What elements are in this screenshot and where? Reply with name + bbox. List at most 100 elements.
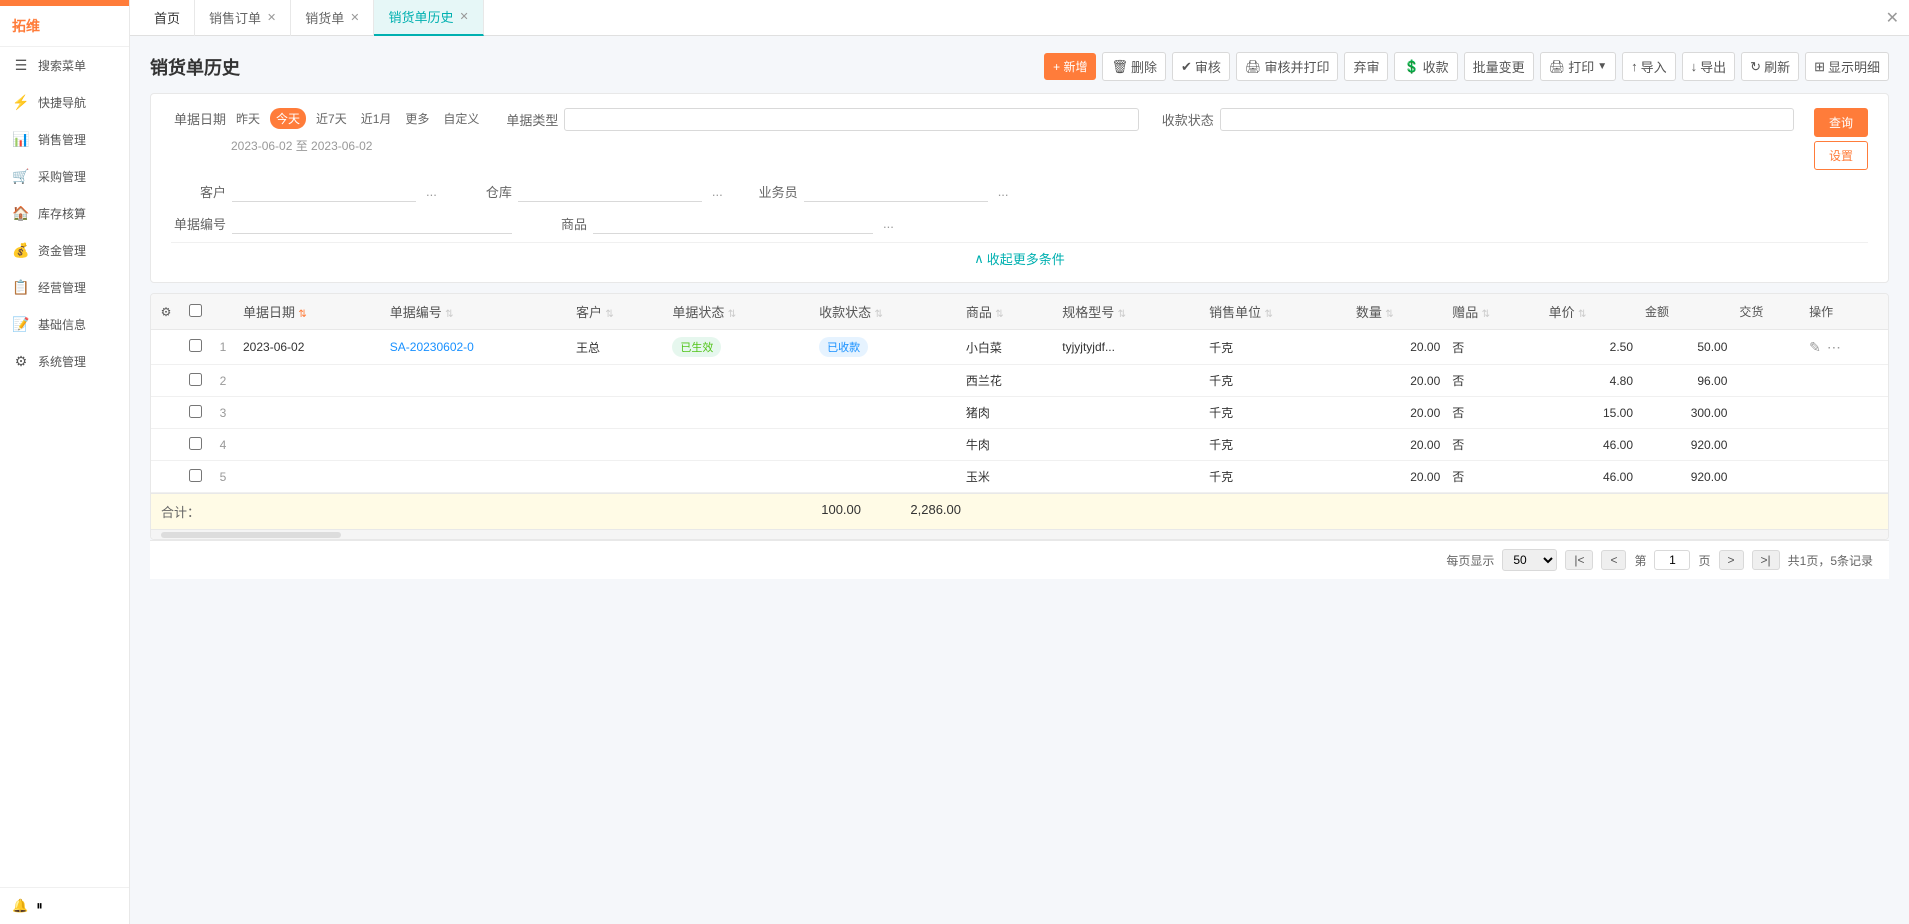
payment-status-select[interactable]	[1220, 108, 1794, 131]
row-select-checkbox[interactable]	[189, 373, 202, 386]
audit-button[interactable]: ✔ 审核	[1172, 52, 1230, 81]
salesperson-dots[interactable]: ...	[998, 184, 1009, 199]
customer-dots[interactable]: ...	[426, 184, 437, 199]
sort-docstatus-icon[interactable]: ⇅	[728, 309, 736, 320]
sort-unit-icon[interactable]: ⇅	[1264, 309, 1272, 320]
row-checkbox[interactable]	[181, 461, 209, 493]
row-select-checkbox[interactable]	[189, 469, 202, 482]
doc-number-input[interactable]	[232, 212, 512, 234]
sort-date-icon[interactable]: ⇅	[298, 309, 306, 320]
col-date[interactable]: 单据日期 ⇅	[237, 294, 384, 330]
edit-icon[interactable]: ✎	[1809, 339, 1821, 356]
goods-input[interactable]	[593, 212, 873, 234]
discard-button[interactable]: 弃审	[1344, 52, 1388, 81]
sort-docno-icon[interactable]: ⇅	[445, 309, 453, 320]
sort-customer-icon[interactable]: ⇅	[605, 309, 613, 320]
per-page-select[interactable]: 50 100	[1502, 549, 1557, 571]
cell-docno[interactable]	[384, 397, 570, 429]
print-button[interactable]: 🖨 打印 ▼	[1540, 52, 1616, 81]
warehouse-dots[interactable]: ...	[712, 184, 723, 199]
collect-button[interactable]: 💲 收款	[1394, 52, 1457, 81]
row-checkbox[interactable]	[181, 330, 209, 365]
tab-close-sales-history[interactable]: ✕	[460, 10, 469, 23]
sidebar-item-finance-mgmt[interactable]: 💰 资金管理	[0, 232, 129, 269]
sidebar-item-base-info[interactable]: 📝 基础信息	[0, 306, 129, 343]
goods-dots[interactable]: ...	[883, 216, 894, 231]
tab-sales-goods[interactable]: 销货单 ✕	[291, 0, 374, 36]
col-customer[interactable]: 客户 ⇅	[570, 294, 666, 330]
col-payment-status[interactable]: 收款状态 ⇅	[813, 294, 960, 330]
customer-input[interactable]	[232, 180, 416, 202]
sidebar-item-sys-mgmt[interactable]: ⚙ 系统管理	[0, 343, 129, 380]
col-unit[interactable]: 销售单位 ⇅	[1203, 294, 1350, 330]
doc-type-select[interactable]	[564, 108, 1138, 131]
date-tag-more[interactable]: 更多	[401, 108, 433, 129]
new-button[interactable]: + 新增	[1044, 53, 1096, 80]
row-select-checkbox[interactable]	[189, 405, 202, 418]
sort-spec-icon[interactable]: ⇅	[1118, 309, 1126, 320]
settings-button[interactable]: 设置	[1814, 141, 1868, 170]
tab-home[interactable]: 首页	[140, 0, 195, 36]
import-button[interactable]: ↑ 导入	[1622, 52, 1676, 81]
sidebar-item-quick-nav[interactable]: ⚡ 快捷导航	[0, 84, 129, 121]
batch-change-button[interactable]: 批量变更	[1464, 52, 1534, 81]
date-tag-yesterday[interactable]: 昨天	[232, 108, 264, 129]
sort-qty-icon[interactable]: ⇅	[1385, 309, 1393, 320]
date-tag-today[interactable]: 今天	[270, 108, 306, 129]
refresh-button[interactable]: ↻ 刷新	[1741, 52, 1799, 81]
sort-goods-icon[interactable]: ⇅	[995, 309, 1003, 320]
cell-docno[interactable]	[384, 429, 570, 461]
first-page-button[interactable]: |<	[1565, 550, 1593, 570]
tab-close-sales-goods[interactable]: ✕	[350, 11, 359, 24]
scrollbar-thumb[interactable]	[161, 532, 341, 538]
cell-docno[interactable]: SA-20230602-0	[384, 330, 570, 365]
sidebar-item-stock-calc[interactable]: 🏠 库存核算	[0, 195, 129, 232]
row-checkbox[interactable]	[181, 365, 209, 397]
warehouse-input[interactable]	[518, 180, 702, 202]
sort-gift-icon[interactable]: ⇅	[1482, 309, 1490, 320]
date-tag-custom[interactable]: 自定义	[439, 108, 483, 129]
date-tag-1month[interactable]: 近1月	[357, 108, 396, 129]
salesperson-input[interactable]	[804, 180, 988, 202]
more-icon[interactable]: ⋯	[1827, 339, 1841, 356]
notification-icon[interactable]: 🔔	[12, 898, 28, 914]
row-checkbox[interactable]	[181, 429, 209, 461]
query-button[interactable]: 查询	[1814, 108, 1868, 137]
delete-button[interactable]: 🗑 删除	[1102, 52, 1166, 81]
select-all-checkbox[interactable]	[189, 304, 202, 317]
sidebar-item-sales-mgmt[interactable]: 📊 销售管理	[0, 121, 129, 158]
tab-close-sales-order[interactable]: ✕	[267, 11, 276, 24]
col-gift[interactable]: 赠品 ⇅	[1446, 294, 1542, 330]
row-select-checkbox[interactable]	[189, 437, 202, 450]
export-button[interactable]: ↓ 导出	[1682, 52, 1736, 81]
display-button[interactable]: ⊞ 显示明细	[1805, 52, 1889, 81]
col-checkbox[interactable]	[181, 294, 209, 330]
col-spec[interactable]: 规格型号 ⇅	[1056, 294, 1203, 330]
pause-icon[interactable]: ⏸	[36, 898, 43, 914]
col-goods[interactable]: 商品 ⇅	[960, 294, 1056, 330]
sort-paymentstatus-icon[interactable]: ⇅	[874, 309, 882, 320]
tab-sales-history[interactable]: 销货单历史 ✕	[374, 0, 483, 36]
close-all-tabs[interactable]: ✕	[1886, 8, 1899, 28]
row-select-checkbox[interactable]	[189, 339, 202, 352]
horizontal-scrollbar[interactable]	[151, 529, 1888, 539]
col-settings[interactable]: ⚙	[151, 294, 181, 330]
col-qty[interactable]: 数量 ⇅	[1350, 294, 1446, 330]
col-price[interactable]: 单价 ⇅	[1543, 294, 1639, 330]
sort-price-icon[interactable]: ⇅	[1578, 309, 1586, 320]
collapse-filter-button[interactable]: ∧ 收起更多条件	[171, 242, 1868, 268]
prev-page-button[interactable]: <	[1601, 550, 1626, 570]
sidebar-item-purchase-mgmt[interactable]: 🛒 采购管理	[0, 158, 129, 195]
col-doc-status[interactable]: 单据状态 ⇅	[666, 294, 813, 330]
sidebar-item-search-menu[interactable]: ☰ 搜索菜单	[0, 47, 129, 84]
col-docno[interactable]: 单据编号 ⇅	[384, 294, 570, 330]
date-tag-7days[interactable]: 近7天	[312, 108, 351, 129]
last-page-button[interactable]: >|	[1752, 550, 1780, 570]
tab-sales-order[interactable]: 销售订单 ✕	[195, 0, 291, 36]
cell-docno[interactable]	[384, 461, 570, 493]
cell-docno[interactable]	[384, 365, 570, 397]
next-page-button[interactable]: >	[1719, 550, 1744, 570]
row-checkbox[interactable]	[181, 397, 209, 429]
audit-print-button[interactable]: 🖨 审核并打印	[1236, 52, 1339, 81]
sidebar-item-ops-mgmt[interactable]: 📋 经营管理	[0, 269, 129, 306]
